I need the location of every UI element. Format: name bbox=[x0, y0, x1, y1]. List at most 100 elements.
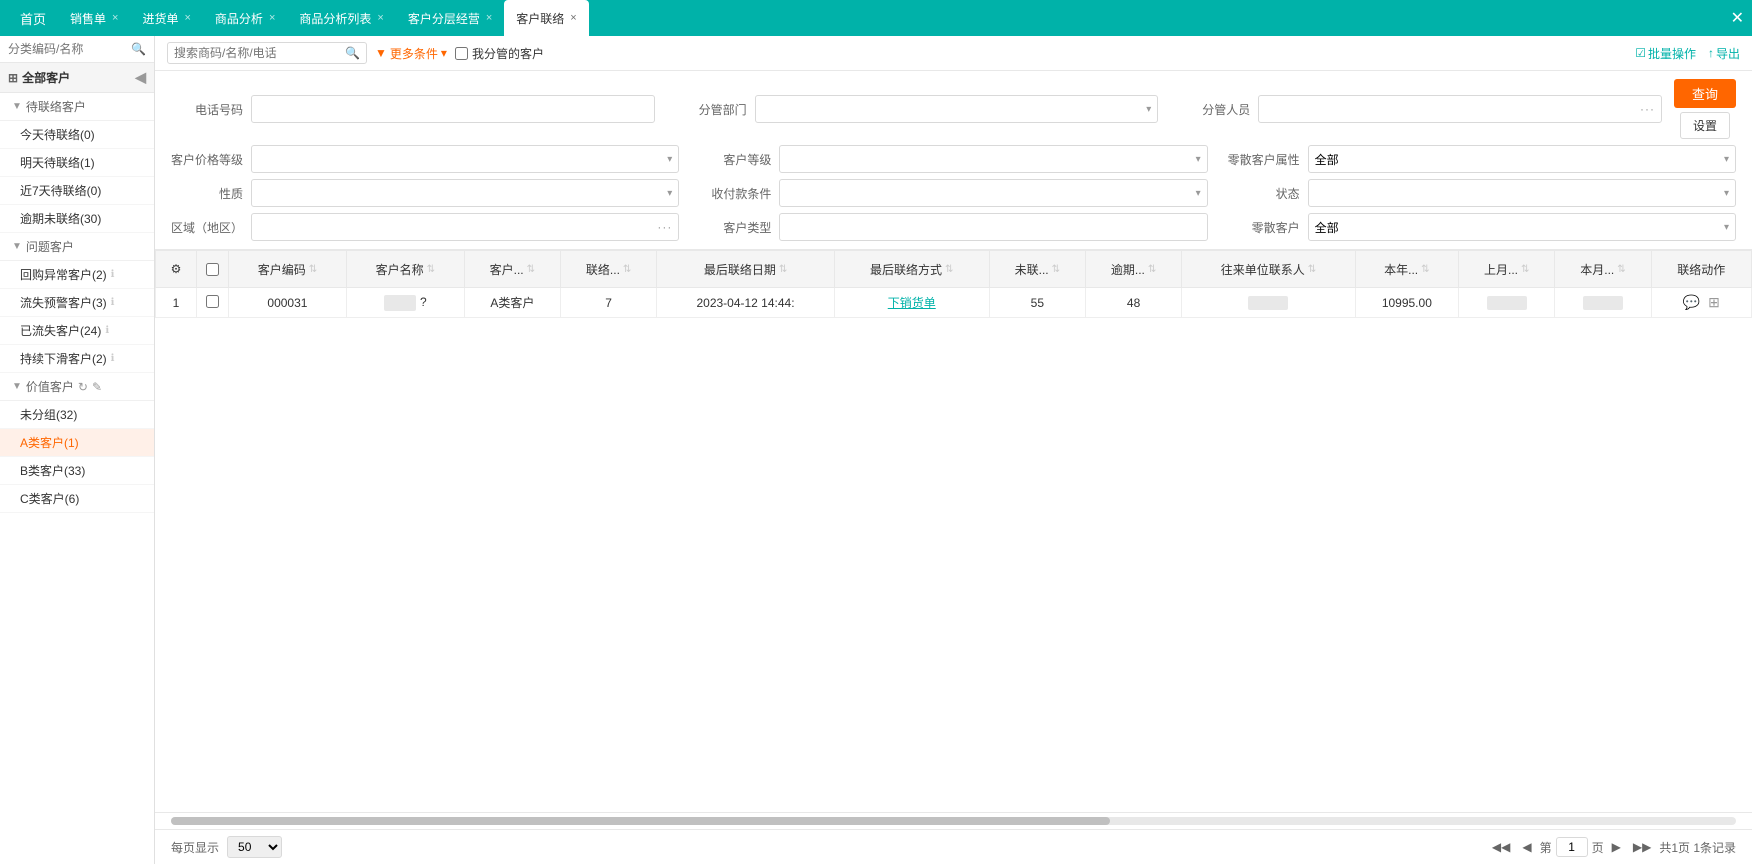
col-partner-contact[interactable]: 往来单位联系人⇅ bbox=[1182, 251, 1355, 288]
sidebar-item-class-a[interactable]: A类客户(1) bbox=[0, 429, 154, 457]
sidebar-item-overdue-pending[interactable]: 逾期未联络(30) bbox=[0, 205, 154, 233]
col-year-amount[interactable]: 本年...⇅ bbox=[1355, 251, 1458, 288]
first-page-btn[interactable]: ◀◀ bbox=[1488, 838, 1514, 856]
col-customer-code[interactable]: 客户编码⇅ bbox=[229, 251, 347, 288]
query-button[interactable]: 查询 bbox=[1674, 79, 1736, 108]
export-btn[interactable]: ↑ 导出 bbox=[1708, 45, 1740, 62]
toolbar-search-icon[interactable]: 🔍 bbox=[345, 46, 360, 60]
price-level-select[interactable]: ▾ bbox=[251, 145, 679, 173]
col-last-method[interactable]: 最后联络方式⇅ bbox=[834, 251, 989, 288]
nav-home[interactable]: 首页 bbox=[8, 0, 58, 36]
sidebar-group-problem[interactable]: ▼ 问题客户 bbox=[0, 233, 154, 261]
region-select[interactable]: ··· bbox=[251, 213, 679, 241]
sidebar-group-value[interactable]: ▼ 价值客户 ↻ ✎ bbox=[0, 373, 154, 401]
close-product-analysis-list-tab[interactable]: × bbox=[377, 12, 383, 24]
col-contact-count[interactable]: 联络...⇅ bbox=[560, 251, 656, 288]
page-size-select[interactable]: 50 100 200 bbox=[227, 836, 282, 858]
this-month-placeholder bbox=[1583, 296, 1623, 310]
sidebar-search-icon[interactable]: 🔍 bbox=[131, 42, 146, 56]
info-icon2: ℹ bbox=[111, 297, 115, 308]
edit-icon[interactable]: ✎ bbox=[92, 380, 102, 394]
col-this-month[interactable]: 本月...⇅ bbox=[1555, 251, 1651, 288]
sidebar-item-class-b[interactable]: B类客户(33) bbox=[0, 457, 154, 485]
filter-panel: 电话号码 分管部门 ▾ 分管人员 ··· bbox=[155, 71, 1752, 250]
contact-icon[interactable]: 💬 bbox=[1683, 294, 1700, 311]
sort-icon10: ⇅ bbox=[1421, 264, 1429, 275]
col-last-date[interactable]: 最后联络日期⇅ bbox=[657, 251, 835, 288]
close-customer-segment-tab[interactable]: × bbox=[486, 12, 492, 24]
close-product-analysis-tab[interactable]: × bbox=[269, 12, 275, 24]
sidebar-all-customers[interactable]: ⊞ 全部客户 ◀ bbox=[0, 63, 154, 93]
close-window-button[interactable]: ✕ bbox=[1731, 8, 1744, 28]
nav-product-analysis-list[interactable]: 商品分析列表 × bbox=[287, 0, 395, 36]
payment-select[interactable]: ▾ bbox=[779, 179, 1207, 207]
col-customer-name[interactable]: 客户名称⇅ bbox=[346, 251, 464, 288]
sidebar-collapse-icon[interactable]: ◀ bbox=[135, 69, 146, 86]
more-action-icon[interactable]: ⊞ bbox=[1708, 294, 1720, 311]
col-customer-type[interactable]: 客户...⇅ bbox=[464, 251, 560, 288]
filter-nature: 性质 ▾ bbox=[171, 179, 679, 207]
info-icon: ℹ bbox=[111, 269, 115, 280]
my-customers-checkbox-area[interactable]: 我分管的客户 bbox=[455, 45, 544, 62]
arrow-down-icon: ▼ bbox=[12, 101, 22, 112]
customer-level-select[interactable]: ▾ bbox=[779, 145, 1207, 173]
sidebar-item-churned[interactable]: 已流失客户(24) ℹ bbox=[0, 317, 154, 345]
person-select[interactable]: ··· bbox=[1258, 95, 1662, 123]
retail-attr-select[interactable]: 全部 ▾ bbox=[1308, 145, 1736, 173]
retail-customer-select[interactable]: 全部 ▾ bbox=[1308, 213, 1736, 241]
prev-page-btn[interactable]: ◀ bbox=[1518, 838, 1535, 856]
row-uncontacted: 55 bbox=[989, 288, 1085, 318]
status-select[interactable]: ▾ bbox=[1308, 179, 1736, 207]
page-number-input[interactable] bbox=[1556, 837, 1588, 857]
nav-product-analysis[interactable]: 商品分析 × bbox=[203, 0, 287, 36]
my-customers-checkbox[interactable] bbox=[455, 47, 468, 60]
settings-button[interactable]: 设置 bbox=[1680, 112, 1730, 139]
sidebar-item-7days-pending[interactable]: 近7天待联络(0) bbox=[0, 177, 154, 205]
select-all-checkbox[interactable] bbox=[206, 263, 219, 276]
col-overdue[interactable]: 逾期...⇅ bbox=[1085, 251, 1181, 288]
col-settings[interactable]: ⚙ bbox=[156, 251, 197, 288]
nav-purchase[interactable]: 进货单 × bbox=[130, 0, 202, 36]
chevron-down-icon8: ▾ bbox=[1724, 222, 1729, 233]
nav-customer-contact[interactable]: 客户联络 × bbox=[504, 0, 588, 36]
row-type: A类客户 bbox=[464, 288, 560, 318]
close-sales-tab[interactable]: × bbox=[112, 12, 118, 24]
sidebar-item-declining[interactable]: 持续下滑客户(2) ℹ bbox=[0, 345, 154, 373]
sidebar-item-abnormal-repurchase[interactable]: 回购异常客户(2) ℹ bbox=[0, 261, 154, 289]
scrollbar-thumb[interactable] bbox=[171, 817, 1110, 825]
filter-status: 状态 ▾ bbox=[1228, 179, 1736, 207]
nav-customer-segment[interactable]: 客户分层经营 × bbox=[396, 0, 504, 36]
sidebar: 🔍 ⊞ 全部客户 ◀ ▼ 待联络客户 今天待联络(0) 明天待联络(1) 近7天… bbox=[0, 36, 155, 864]
chevron-down-icon: ▾ bbox=[1146, 104, 1151, 115]
nature-select[interactable]: ▾ bbox=[251, 179, 679, 207]
sidebar-item-tomorrow-pending[interactable]: 明天待联络(1) bbox=[0, 149, 154, 177]
sidebar-search-input[interactable] bbox=[8, 42, 131, 56]
sidebar-item-unclassified[interactable]: 未分组(32) bbox=[0, 401, 154, 429]
sidebar-group-pending[interactable]: ▼ 待联络客户 bbox=[0, 93, 154, 121]
scrollbar-track[interactable] bbox=[171, 817, 1736, 825]
last-page-btn[interactable]: ▶▶ bbox=[1629, 838, 1655, 856]
toolbar-filter-btn[interactable]: ▼ 更多条件 ▾ bbox=[375, 45, 447, 62]
sort-icon: ⇅ bbox=[309, 264, 317, 275]
chevron-down-icon4: ▾ bbox=[1724, 154, 1729, 165]
phone-input[interactable] bbox=[251, 95, 655, 123]
refresh-icon[interactable]: ↻ bbox=[78, 380, 88, 394]
next-page-btn[interactable]: ▶ bbox=[1608, 838, 1625, 856]
filter-retail-attr: 零散客户属性 全部 ▾ bbox=[1228, 145, 1736, 173]
row-code: 000031 bbox=[229, 288, 347, 318]
nav-sales[interactable]: 销售单 × bbox=[58, 0, 130, 36]
col-last-month[interactable]: 上月...⇅ bbox=[1459, 251, 1555, 288]
sidebar-item-churn-warning[interactable]: 流失预警客户(3) ℹ bbox=[0, 289, 154, 317]
toolbar-search-input[interactable] bbox=[174, 46, 345, 60]
row-contact-count: 7 bbox=[560, 288, 656, 318]
sidebar-item-class-c[interactable]: C类客户(6) bbox=[0, 485, 154, 513]
row-last-method[interactable]: 下销货单 bbox=[834, 288, 989, 318]
col-uncontacted[interactable]: 未联...⇅ bbox=[989, 251, 1085, 288]
customer-type-input[interactable] bbox=[779, 213, 1207, 241]
row-checkbox[interactable] bbox=[206, 295, 219, 308]
close-purchase-tab[interactable]: × bbox=[184, 12, 190, 24]
dept-select[interactable]: ▾ bbox=[755, 95, 1159, 123]
sidebar-item-today-pending[interactable]: 今天待联络(0) bbox=[0, 121, 154, 149]
batch-op-btn[interactable]: ☑ 批量操作 bbox=[1635, 45, 1696, 62]
close-customer-contact-tab[interactable]: × bbox=[570, 12, 576, 24]
